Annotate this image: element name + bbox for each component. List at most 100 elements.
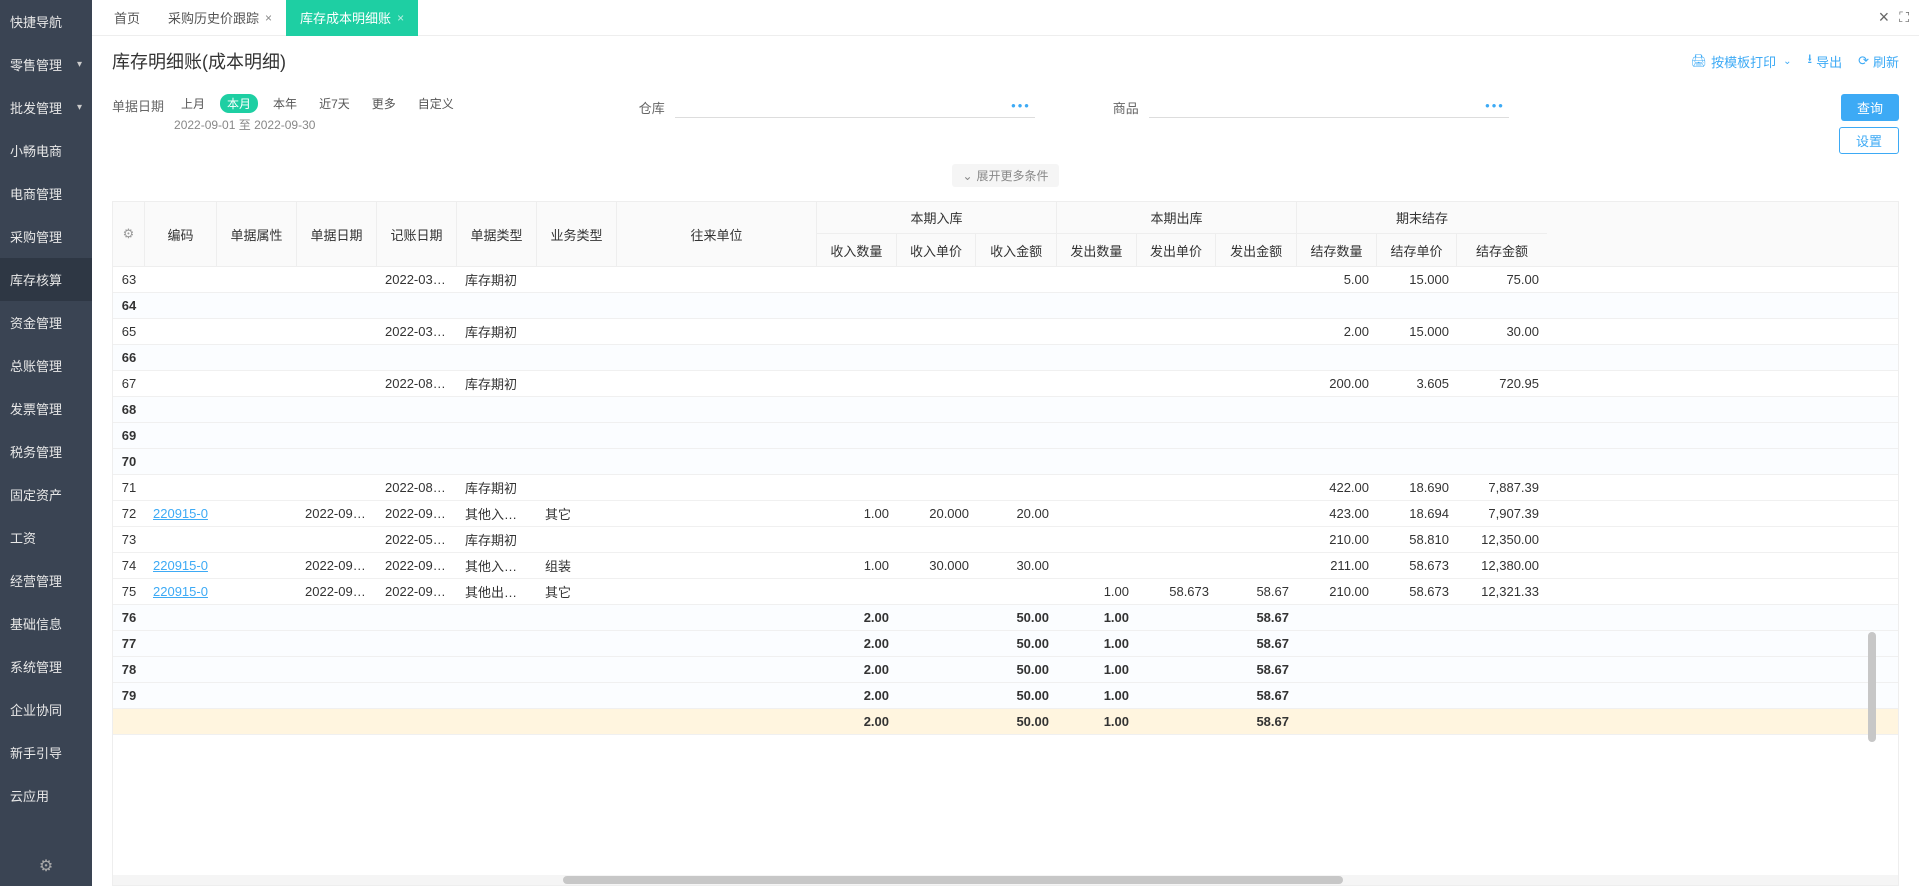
more-icon[interactable]: ••• — [1485, 98, 1505, 113]
table-row: 632022-03-10库存期初5.0015.00075.00 — [113, 267, 1898, 293]
sidebar-item-16[interactable]: 企业协同 — [0, 688, 92, 731]
print-template-button[interactable]: 🖨按模板打印⌄ — [1691, 52, 1792, 71]
horizontal-scrollbar[interactable] — [113, 875, 1898, 885]
close-icon[interactable]: × — [265, 11, 272, 25]
table-cell: 18.694 — [1377, 506, 1457, 521]
table-cell: 75 — [113, 584, 145, 599]
table-row: 2.0050.001.0058.67 — [113, 709, 1898, 735]
table-cell: 58.673 — [1377, 584, 1457, 599]
tab-label: 采购历史价跟踪 — [168, 8, 259, 27]
sidebar-item-15[interactable]: 系统管理 — [0, 645, 92, 688]
sidebar-item-label: 库存核算 — [10, 270, 62, 289]
tab-1[interactable]: 采购历史价跟踪 × — [154, 0, 286, 36]
sidebar-item-5[interactable]: 采购管理 — [0, 215, 92, 258]
sidebar-item-9[interactable]: 发票管理 — [0, 387, 92, 430]
table-header: ⚙ 编码 单据属性 单据日期 记账日期 单据类型 业务类型 往来单位 本期入库 … — [113, 202, 1898, 267]
table-cell: 库存期初 — [457, 322, 537, 341]
sidebar-item-14[interactable]: 基础信息 — [0, 602, 92, 645]
table-cell: 3.605 — [1377, 376, 1457, 391]
sidebar-settings[interactable]: ⚙ — [0, 846, 92, 886]
table-cell: 30.000 — [897, 558, 977, 573]
warehouse-input[interactable]: ••• — [675, 94, 1035, 118]
table-cell: 12,380.00 — [1457, 558, 1547, 573]
table-cell: 211.00 — [1297, 558, 1377, 573]
sidebar-item-6[interactable]: 库存核算 — [0, 258, 92, 301]
settings-button[interactable]: 设置 — [1839, 127, 1899, 154]
sidebar-item-0[interactable]: 快捷导航 — [0, 0, 92, 43]
table-cell: 79 — [113, 688, 145, 703]
sidebar-item-3[interactable]: 小畅电商 — [0, 129, 92, 172]
product-input[interactable]: ••• — [1149, 94, 1509, 118]
sidebar-item-label: 资金管理 — [10, 313, 62, 332]
table-cell: 423.00 — [1297, 506, 1377, 521]
table-cell: 64 — [113, 298, 145, 313]
table-cell: 50.00 — [977, 636, 1057, 651]
table-row: 652022-03-10库存期初2.0015.00030.00 — [113, 319, 1898, 345]
sidebar-item-4[interactable]: 电商管理 — [0, 172, 92, 215]
sidebar-item-label: 电商管理 — [10, 184, 62, 203]
table-cell: 1.00 — [1057, 688, 1137, 703]
table-cell: 50.00 — [977, 714, 1057, 729]
col-bill-type: 单据类型 — [457, 202, 537, 266]
table-cell[interactable]: 220915-0 — [145, 506, 217, 521]
table-cell: 30.00 — [977, 558, 1057, 573]
table-cell: 2.00 — [817, 662, 897, 677]
col-acc-date: 记账日期 — [377, 202, 457, 266]
col-code: 编码 — [145, 202, 217, 266]
export-button[interactable]: ⭳导出 — [1808, 50, 1843, 72]
table-cell: 1.00 — [1057, 584, 1137, 599]
table-cell[interactable]: 220915-0 — [145, 558, 217, 573]
table-cell: 2022-09-15 — [297, 558, 377, 573]
tab-2[interactable]: 库存成本明细账× — [286, 0, 418, 36]
sidebar-item-7[interactable]: 资金管理 — [0, 301, 92, 344]
table-cell: 2.00 — [817, 688, 897, 703]
table-cell: 2022-09-15 — [297, 506, 377, 521]
sidebar-item-2[interactable]: 批发管理▾ — [0, 86, 92, 129]
gear-icon: ⚙ — [39, 858, 53, 875]
close-icon[interactable]: × — [397, 11, 404, 25]
tab-0[interactable]: 首页 — [100, 0, 154, 36]
table-row: 64 — [113, 293, 1898, 319]
sidebar: 快捷导航零售管理▾批发管理▾小畅电商电商管理采购管理库存核算资金管理总账管理发票… — [0, 0, 92, 886]
sidebar-item-label: 云应用 — [10, 786, 49, 805]
more-icon[interactable]: ••• — [1011, 98, 1031, 113]
date-range-option[interactable]: 本年 — [266, 94, 304, 113]
sidebar-item-12[interactable]: 工资 — [0, 516, 92, 559]
table-cell: 75.00 — [1457, 272, 1547, 287]
date-range-option[interactable]: 近7天 — [312, 94, 357, 113]
date-range-option[interactable]: 自定义 — [411, 94, 461, 113]
sidebar-item-8[interactable]: 总账管理 — [0, 344, 92, 387]
query-button[interactable]: 查询 — [1841, 94, 1899, 121]
col-attr: 单据属性 — [217, 202, 297, 266]
close-icon[interactable]: × — [1879, 7, 1890, 28]
table-cell: 66 — [113, 350, 145, 365]
table-row: 75220915-02022-09-152022-09-15其他出库单其它1.0… — [113, 579, 1898, 605]
table-row: 68 — [113, 397, 1898, 423]
table-cell: 7,907.39 — [1457, 506, 1547, 521]
column-settings-icon[interactable]: ⚙ — [113, 202, 145, 266]
date-range-option[interactable]: 本月 — [220, 94, 258, 113]
refresh-icon: ⟳ — [1858, 53, 1869, 69]
expand-icon[interactable]: ⛶ — [1899, 9, 1909, 26]
sidebar-item-17[interactable]: 新手引导 — [0, 731, 92, 774]
sidebar-item-1[interactable]: 零售管理▾ — [0, 43, 92, 86]
vertical-scrollbar-thumb[interactable] — [1868, 632, 1876, 742]
date-range-option[interactable]: 上月 — [174, 94, 212, 113]
date-range-option[interactable]: 更多 — [365, 94, 403, 113]
sidebar-item-13[interactable]: 经营管理 — [0, 559, 92, 602]
refresh-button[interactable]: ⟳刷新 — [1858, 52, 1899, 71]
expand-conditions-button[interactable]: ⌄展开更多条件 — [952, 164, 1058, 187]
table-row: 70 — [113, 449, 1898, 475]
table-cell: 库存期初 — [457, 374, 537, 393]
table-cell: 72 — [113, 506, 145, 521]
tab-label: 首页 — [114, 8, 140, 27]
sidebar-item-11[interactable]: 固定资产 — [0, 473, 92, 516]
sidebar-item-10[interactable]: 税务管理 — [0, 430, 92, 473]
table-cell[interactable]: 220915-0 — [145, 584, 217, 599]
sidebar-item-18[interactable]: 云应用 — [0, 774, 92, 817]
scrollbar-thumb[interactable] — [563, 876, 1343, 884]
date-label: 单据日期 — [112, 94, 164, 133]
table-cell: 1.00 — [1057, 662, 1137, 677]
table-cell: 58.67 — [1217, 636, 1297, 651]
table-cell: 1.00 — [817, 506, 897, 521]
